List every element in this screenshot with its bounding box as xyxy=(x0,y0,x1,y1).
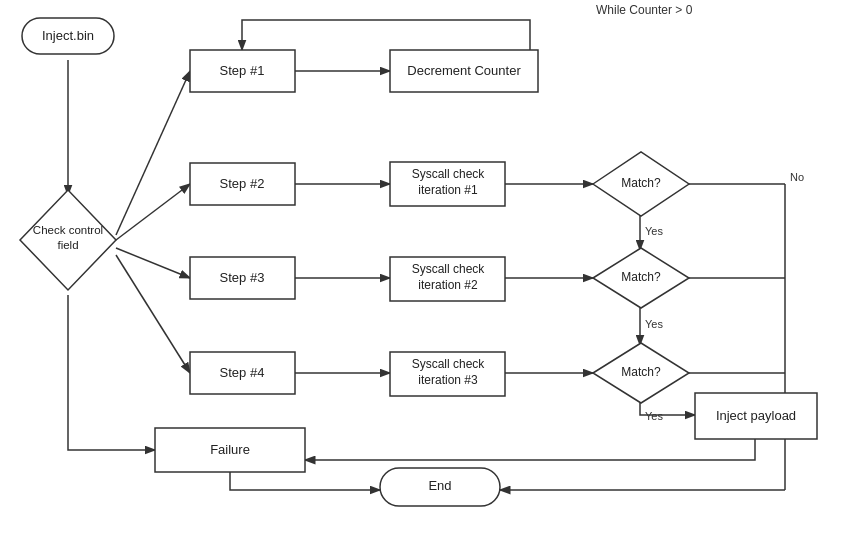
end-label: End xyxy=(428,473,451,488)
decrement-label: Decrement Counter xyxy=(403,63,517,78)
failure-label: Failure xyxy=(210,441,250,456)
match1-label: Match? xyxy=(620,177,660,191)
inject-bin-label: Inject.bin xyxy=(42,29,94,44)
inject-payload-label: Inject payload xyxy=(715,397,795,412)
step1-label: Step #1 xyxy=(220,63,265,78)
svg-text:Syscall check: Syscall check xyxy=(412,267,486,281)
step4-label: Step #4 xyxy=(220,366,265,381)
yes3-label: Yes xyxy=(648,402,666,414)
while-label: While Counter > 0 xyxy=(600,15,688,27)
svg-text:iteration #2: iteration #2 xyxy=(418,281,478,295)
no1-label: No xyxy=(692,172,706,184)
no3-label: No xyxy=(692,450,706,462)
svg-text:field: field xyxy=(57,245,79,259)
match2-label: Match? xyxy=(620,272,660,286)
yes2-label: Yes xyxy=(648,307,666,319)
svg-text:Syscall check: Syscall check xyxy=(412,362,486,376)
check-control-label: Check control xyxy=(31,231,104,245)
yes1-label: Yes xyxy=(648,212,666,224)
svg-text:iteration #1: iteration #1 xyxy=(418,186,478,200)
step3-label: Step #3 xyxy=(220,271,265,286)
svg-text:iteration #3: iteration #3 xyxy=(418,376,478,390)
svg-text:Syscall check: Syscall check xyxy=(412,172,486,186)
match3-label: Match? xyxy=(620,367,660,381)
step2-label: Step #2 xyxy=(220,176,265,191)
